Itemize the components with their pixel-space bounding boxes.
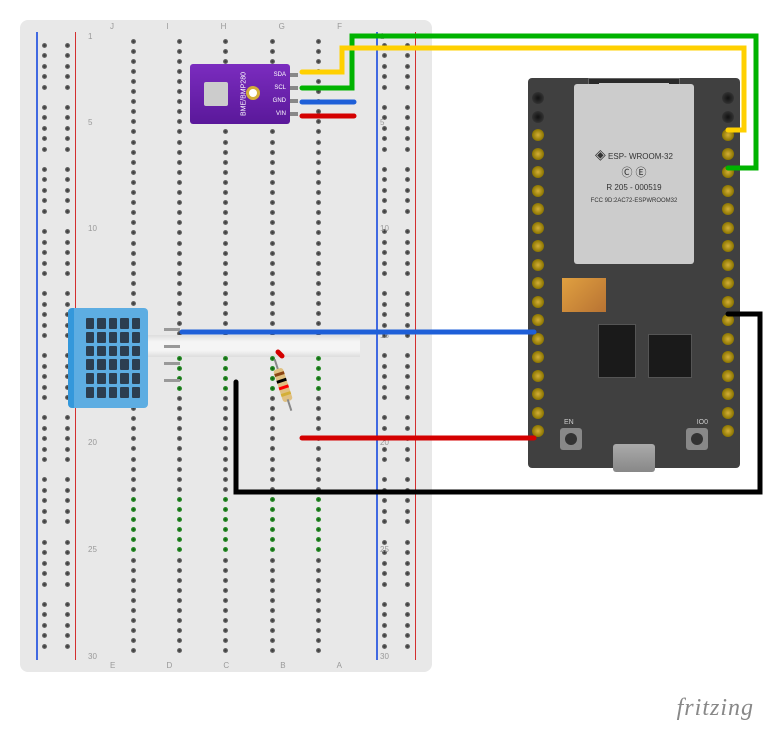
dht-pin-vcc <box>164 328 180 331</box>
dht-pin-data <box>164 345 180 348</box>
dht11-sensor <box>68 308 164 408</box>
dht-pin-gnd <box>164 379 180 382</box>
bme280-title: BME/BMP280 <box>241 72 248 116</box>
shield-name: ESP- WROOM-32 <box>608 152 673 161</box>
micro-usb-port[interactable] <box>613 444 655 472</box>
ce-icon: Ⓒ Ⓔ <box>621 167 646 179</box>
esp32-board: ◈ ESP- WROOM-32 Ⓒ Ⓔ R 205 - 000519 FCC 9… <box>528 78 740 468</box>
io0-label: IO0 <box>697 419 708 426</box>
en-label: EN <box>564 419 574 426</box>
esp32-cert: R 205 - 000519 <box>606 183 661 192</box>
fritzing-diagram: JIHGF EDCBA 115510101515202025253030 BME… <box>0 0 768 730</box>
bme280-mount-hole <box>246 86 260 100</box>
esp32-shield: ◈ ESP- WROOM-32 Ⓒ Ⓔ R 205 - 000519 FCC 9… <box>574 84 694 264</box>
bme280-sensor: BME/BMP280 SDA SCL GND VIN <box>190 64 290 124</box>
dht-pin-nc <box>164 362 180 365</box>
bme-pin-label-gnd: GND <box>273 98 286 104</box>
wifi-icon: ◈ <box>595 144 606 165</box>
bme-pin-label-vin: VIN <box>273 111 286 117</box>
esp32-copper-pad <box>562 278 606 312</box>
esp32-chip <box>598 324 636 378</box>
bme-pin-label-sda: SDA <box>273 72 286 78</box>
bme280-chip <box>204 82 228 106</box>
en-button[interactable] <box>560 428 582 450</box>
bme-pin-label-scl: SCL <box>273 85 286 91</box>
esp32-fcc: FCC 9D:2AC72-ESPWROOM32 <box>591 198 678 204</box>
esp32-chip2 <box>648 334 692 378</box>
fritzing-logo: fritzing <box>677 695 754 722</box>
io0-button[interactable] <box>686 428 708 450</box>
